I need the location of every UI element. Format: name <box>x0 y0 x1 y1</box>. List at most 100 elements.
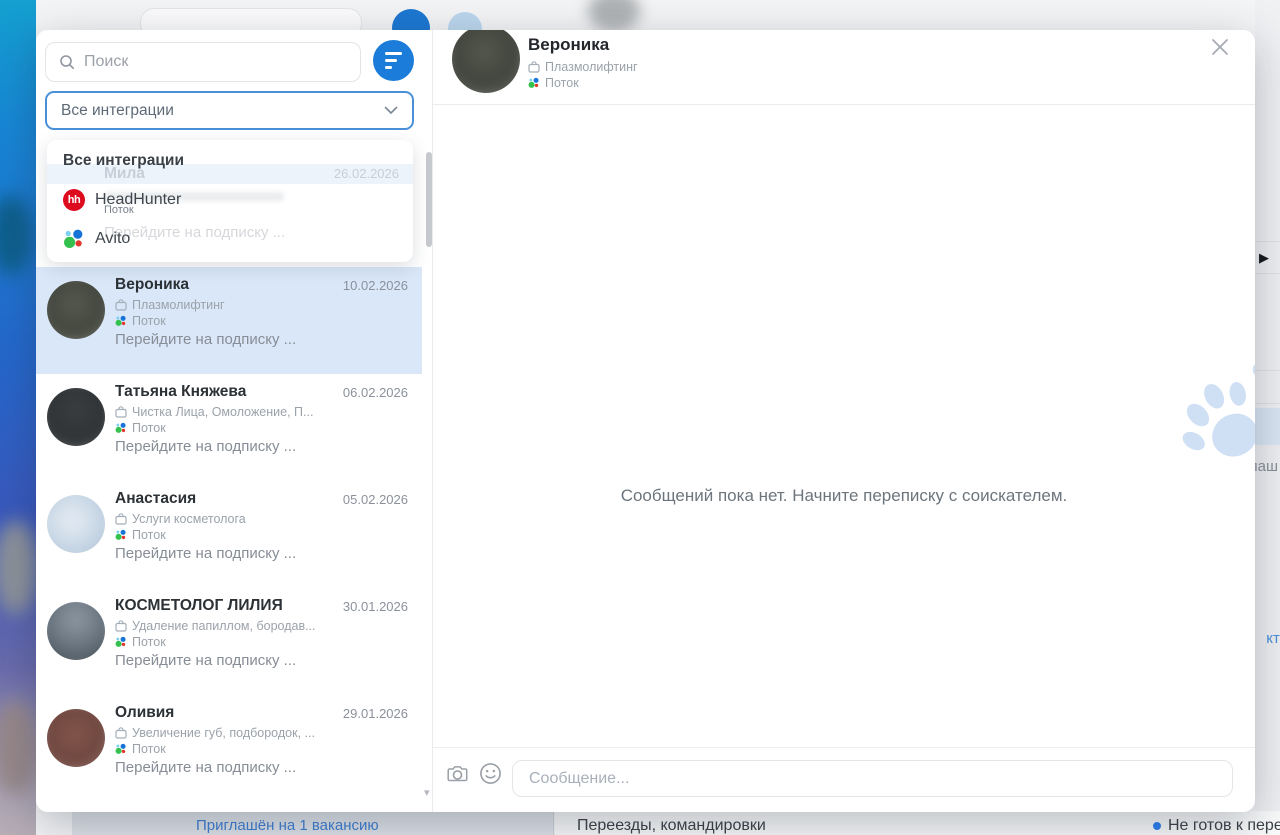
dropdown-item-avito[interactable]: Avito <box>47 224 413 254</box>
play-icon: ▶ <box>1259 250 1269 265</box>
sidebar-scrollbar[interactable] <box>426 152 432 247</box>
dropdown-item-label: HeadHunter <box>95 191 182 208</box>
chat-source: Поток <box>115 528 166 542</box>
search-icon <box>60 55 75 70</box>
message-input[interactable] <box>512 760 1233 797</box>
chat-name: Анастасия <box>115 490 197 507</box>
chat-last-message: Перейдите на подписку ... <box>115 545 297 562</box>
chat-list-item[interactable]: Вероника 10.02.2026 Плазмолифтинг Поток … <box>36 267 422 374</box>
desktop-blob <box>0 700 38 795</box>
integration-select[interactable]: Все интеграции <box>45 91 414 130</box>
filter-icon <box>385 59 397 62</box>
briefcase-icon <box>115 513 127 525</box>
composer <box>433 747 1255 812</box>
background-bottom-strip: Приглашён на 1 вакансию <box>72 811 554 835</box>
avatar <box>47 602 105 660</box>
chat-date: 05.02.2026 <box>342 492 408 507</box>
chat-vacancy: Увеличение губ, подбородок, ... <box>115 726 315 740</box>
briefcase-icon <box>115 406 127 418</box>
chat-header: Вероника Плазмолифтинг Поток <box>433 30 1255 105</box>
chat-name: КОСМЕТОЛОГ ЛИЛИЯ <box>115 597 283 614</box>
chat-name: Оливия <box>115 704 175 721</box>
briefcase-icon <box>115 620 127 632</box>
status-dot-icon <box>1153 821 1161 830</box>
chat-source: Поток <box>115 314 166 328</box>
chat-list: Вероника 10.02.2026 Плазмолифтинг Поток … <box>36 267 432 802</box>
chat-source: Поток <box>115 421 166 435</box>
chevron-down-icon <box>384 106 398 114</box>
avatar <box>47 495 105 553</box>
dropdown-item-headhunter[interactable]: hh HeadHunter <box>47 185 413 215</box>
filter-icon <box>385 52 402 55</box>
chat-list-item[interactable]: Татьяна Княжева 06.02.2026 Чистка Лица, … <box>36 374 422 481</box>
not-ready-status: Не готов к пере <box>1153 817 1280 835</box>
camera-icon <box>447 766 468 782</box>
close-icon <box>1212 39 1228 55</box>
avito-icon <box>115 529 126 540</box>
chat-date: 29.01.2026 <box>342 706 408 721</box>
chat-list-sidebar: Все интеграции Мила 26.02.2026 Поток Пер… <box>36 30 433 812</box>
chat-name: Татьяна Княжева <box>115 383 247 400</box>
headhunter-icon: hh <box>63 189 85 211</box>
briefcase-icon <box>115 727 127 739</box>
chat-date: 06.02.2026 <box>342 385 408 400</box>
chat-name: Вероника <box>115 276 190 293</box>
integration-dropdown: Мила 26.02.2026 Поток Перейдите на подпи… <box>47 140 413 262</box>
close-button[interactable] <box>1206 33 1234 61</box>
chat-list-item[interactable]: КОСМЕТОЛОГ ЛИЛИЯ 30.01.2026 Удаление пап… <box>36 588 422 695</box>
chat-vacancy: Удаление папиллом, бородав... <box>115 619 316 633</box>
chat-header-name: Вероника <box>528 35 610 54</box>
filter-button[interactable] <box>373 40 414 81</box>
avito-icon <box>64 229 83 248</box>
screen: ▶ паш кто Приглашён на 1 вакансию Переез… <box>0 0 1280 835</box>
chat-modal: Все интеграции Мила 26.02.2026 Поток Пер… <box>36 30 1255 812</box>
chat-last-message: Перейдите на подписку ... <box>115 438 297 455</box>
chat-vacancy: Услуги косметолога <box>115 512 246 526</box>
avatar <box>452 30 520 93</box>
background-avatar <box>588 0 640 32</box>
avito-icon <box>115 315 126 326</box>
emoji-button[interactable] <box>479 762 502 788</box>
background-bottom-strip: Переезды, командировки Не готов к пере <box>555 811 1280 835</box>
invited-vacancy-link[interactable]: Приглашён на 1 вакансию <box>196 817 379 834</box>
paw-icon <box>1182 381 1255 457</box>
chat-last-message: Перейдите на подписку ... <box>115 652 297 669</box>
chat-date: 30.01.2026 <box>342 599 408 614</box>
avito-icon <box>528 77 539 88</box>
search-box <box>45 42 361 82</box>
chat-vacancy: Чистка Лица, Омоложение, П... <box>115 405 313 419</box>
avatar <box>47 388 105 446</box>
chat-panel: Вероника Плазмолифтинг Поток Сообщений п… <box>433 30 1255 812</box>
emoji-icon <box>480 763 501 784</box>
camera-button[interactable] <box>446 762 469 788</box>
integration-select-value: Все интеграции <box>61 101 174 119</box>
chat-source: Поток <box>115 635 166 649</box>
empty-state-text: Сообщений пока нет. Начните переписку с … <box>620 486 1068 505</box>
avatar <box>47 281 105 339</box>
avito-icon <box>115 422 126 433</box>
chat-header-source: Поток <box>528 76 579 90</box>
chat-list-item[interactable]: Анастасия 05.02.2026 Услуги косметолога … <box>36 481 422 588</box>
dropdown-item-label: Avito <box>95 230 131 247</box>
briefcase-icon <box>528 61 540 73</box>
avito-icon <box>115 636 126 647</box>
desktop-blob <box>0 195 32 275</box>
filter-icon <box>385 66 392 69</box>
relocation-text: Переезды, командировки <box>577 817 766 834</box>
avatar <box>47 709 105 767</box>
background-link-fragment: кто <box>1266 630 1280 647</box>
chat-list-item[interactable]: Оливия 29.01.2026 Увеличение губ, подбор… <box>36 695 422 802</box>
chat-date: 10.02.2026 <box>342 278 408 293</box>
chat-header-vacancy: Плазмолифтинг <box>528 60 638 74</box>
chat-source: Поток <box>115 742 166 756</box>
search-input[interactable] <box>84 53 334 71</box>
chat-last-message: Перейдите на подписку ... <box>115 331 297 348</box>
chat-vacancy: Плазмолифтинг <box>115 298 225 312</box>
briefcase-icon <box>115 299 127 311</box>
desktop-background <box>0 0 38 835</box>
chat-last-message: Перейдите на подписку ... <box>115 759 297 776</box>
background-right-panel: ▶ паш кто <box>1250 0 1280 835</box>
dropdown-item-all-integrations[interactable]: Все интеграции <box>47 147 413 175</box>
desktop-blob <box>0 520 38 615</box>
avito-icon <box>115 743 126 754</box>
